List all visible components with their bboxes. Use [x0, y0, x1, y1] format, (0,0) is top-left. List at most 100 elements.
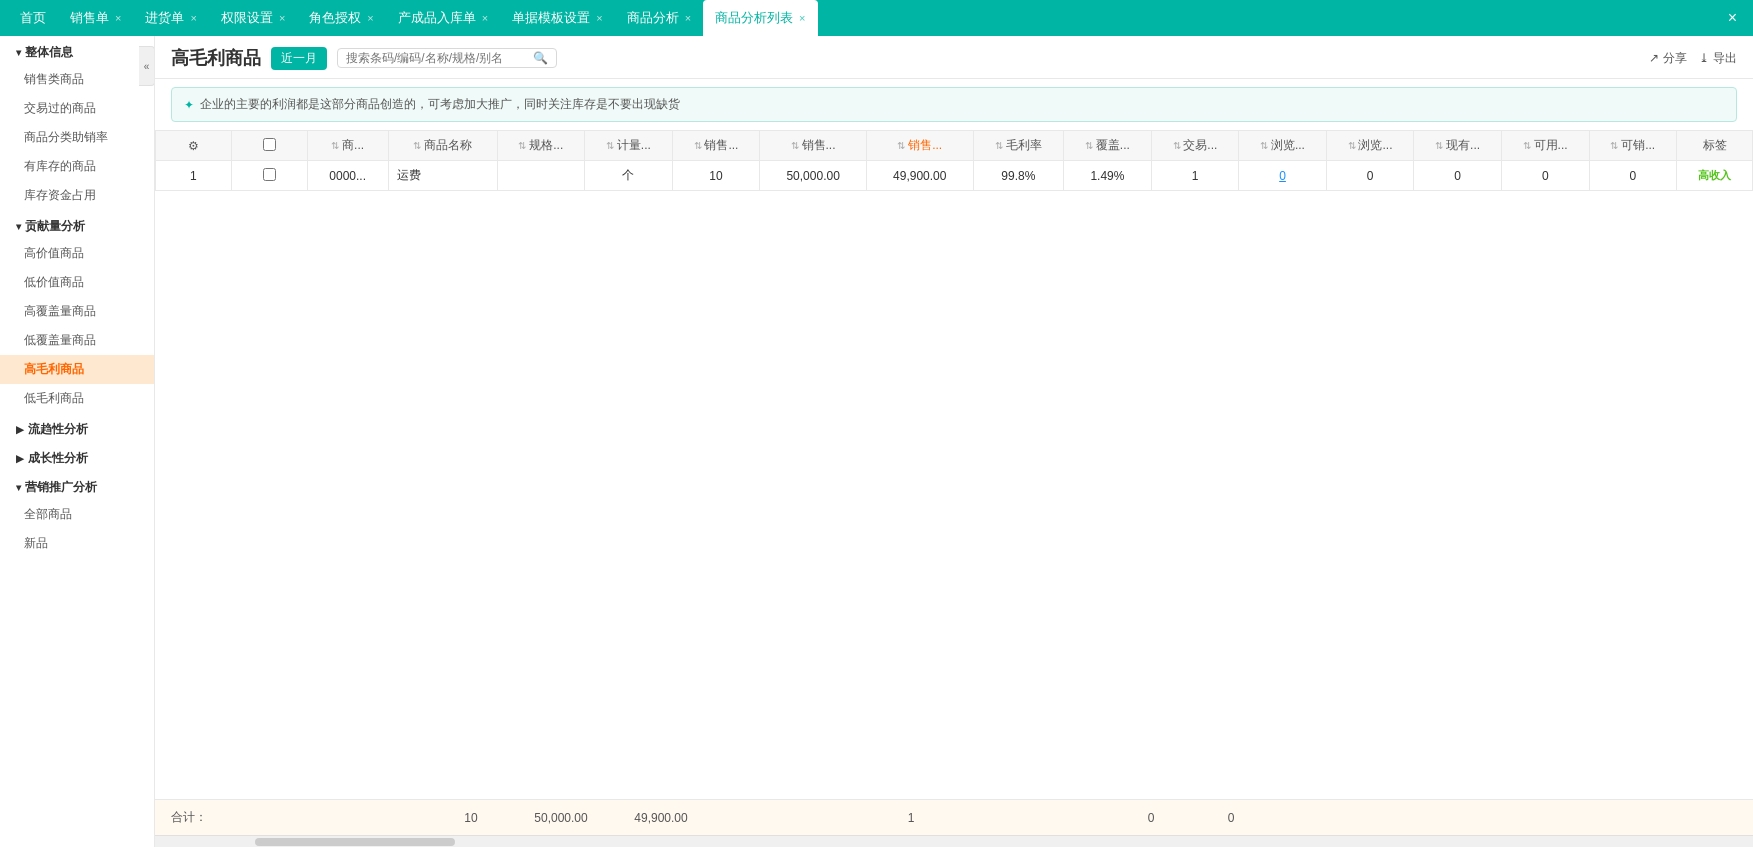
chevron-down-icon: ▾ [16, 47, 21, 58]
sidebar-item-high-margin[interactable]: 高毛利商品 [0, 355, 154, 384]
cell-current-stock: 0 [1414, 161, 1502, 191]
sidebar-group-marketing[interactable]: ▾ 营销推广分析 [0, 471, 154, 500]
nav-finished-goods[interactable]: 产成品入库单 × [386, 0, 500, 36]
nav-product-analysis[interactable]: 商品分析 × [615, 0, 703, 36]
nav-template-settings[interactable]: 单据模板设置 × [500, 0, 614, 36]
cell-code: 0000... [307, 161, 388, 191]
close-icon[interactable]: × [482, 12, 488, 24]
nav-purchase[interactable]: 进货单 × [133, 0, 208, 36]
close-all-button[interactable]: × [1720, 9, 1745, 27]
col-unit[interactable]: 计量... [585, 131, 673, 161]
sidebar-group-contribution[interactable]: ▾ 贡献量分析 [0, 210, 154, 239]
cell-tag: 高收入 [1677, 161, 1753, 191]
col-browse1[interactable]: 浏览... [1239, 131, 1327, 161]
cell-name: 运费 [388, 161, 497, 191]
footer-current-stock: 0 [1111, 811, 1191, 825]
col-sellable[interactable]: 可销... [1589, 131, 1677, 161]
cell-coverage: 1.49% [1064, 161, 1152, 191]
col-gross-margin[interactable]: 毛利率 [973, 131, 1064, 161]
sidebar-item-high-value[interactable]: 高价值商品 [0, 239, 154, 268]
export-icon: ⤓ [1699, 51, 1709, 65]
table-row: 1 0000... 运费 个 10 50,000.00 49,900.00 99… [156, 161, 1753, 191]
col-available-stock[interactable]: 可用... [1501, 131, 1589, 161]
close-icon[interactable]: × [799, 12, 805, 24]
cell-index: 1 [156, 161, 232, 191]
cell-gross-margin: 99.8% [973, 161, 1064, 191]
search-icon[interactable]: 🔍 [533, 51, 548, 65]
col-spec[interactable]: 规格... [497, 131, 585, 161]
col-coverage[interactable]: 覆盖... [1064, 131, 1152, 161]
cell-browse1[interactable]: 0 [1239, 161, 1327, 191]
row-checkbox[interactable] [263, 168, 276, 181]
sidebar-item-category-rate[interactable]: 商品分类助销率 [0, 123, 154, 152]
nav-roles[interactable]: 角色授权 × [297, 0, 385, 36]
page-title: 高毛利商品 [171, 46, 261, 70]
sidebar-collapse-button[interactable]: « [139, 46, 155, 86]
select-all-checkbox[interactable] [263, 138, 276, 151]
chevron-right-icon: ▶ [16, 453, 24, 464]
close-icon[interactable]: × [115, 12, 121, 24]
sidebar-item-stock-capital[interactable]: 库存资金占用 [0, 181, 154, 210]
horizontal-scrollbar[interactable] [155, 835, 1753, 847]
content-area: 高毛利商品 近一月 🔍 ↗ 分享 ⤓ 导出 ✦ 企业的主要的利润都是这部分商品创… [155, 36, 1753, 847]
sidebar-item-low-coverage[interactable]: 低覆盖量商品 [0, 326, 154, 355]
table-header-row: ⚙ 商... 商品名称 规格... 计量... 销售... 销售... 销售..… [156, 131, 1753, 161]
sidebar-group-overview[interactable]: ▾ 整体信息 [0, 36, 154, 65]
sidebar-item-new-goods[interactable]: 新品 [0, 529, 154, 558]
content-header: 高毛利商品 近一月 🔍 ↗ 分享 ⤓ 导出 [155, 36, 1753, 79]
col-code[interactable]: 商... [307, 131, 388, 161]
sidebar-item-sales-goods[interactable]: 销售类商品 [0, 65, 154, 94]
share-icon: ↗ [1649, 51, 1659, 65]
close-icon[interactable]: × [367, 12, 373, 24]
nav-product-analysis-list[interactable]: 商品分析列表 × [703, 0, 817, 36]
cell-trade: 1 [1151, 161, 1239, 191]
sidebar-item-low-margin[interactable]: 低毛利商品 [0, 384, 154, 413]
col-sales-qty[interactable]: 销售... [672, 131, 760, 161]
sidebar-item-high-coverage[interactable]: 高覆盖量商品 [0, 297, 154, 326]
search-input[interactable] [346, 51, 533, 65]
sidebar-group-trend[interactable]: ▶ 流趋性分析 [0, 413, 154, 442]
col-tag: 标签 [1677, 131, 1753, 161]
cell-sales-profit: 49,900.00 [866, 161, 973, 191]
cell-browse2: 0 [1326, 161, 1414, 191]
sidebar-group-growth[interactable]: ▶ 成长性分析 [0, 442, 154, 471]
data-table: ⚙ 商... 商品名称 规格... 计量... 销售... 销售... 销售..… [155, 130, 1753, 191]
footer-totals-bar: 合计： 10 50,000.00 49,900.00 1 0 0 [155, 799, 1753, 835]
cell-sellable: 0 [1589, 161, 1677, 191]
footer-trade: 1 [871, 811, 951, 825]
sidebar-item-traded-goods[interactable]: 交易过的商品 [0, 94, 154, 123]
info-banner: ✦ 企业的主要的利润都是这部分商品创造的，可考虑加大推广，同时关注库存是不要出现… [171, 87, 1737, 122]
close-icon[interactable]: × [190, 12, 196, 24]
export-button[interactable]: ⤓ 导出 [1699, 50, 1737, 67]
nav-home[interactable]: 首页 [8, 0, 58, 36]
col-settings[interactable]: ⚙ [156, 131, 232, 161]
cell-checkbox[interactable] [231, 161, 307, 191]
cell-sales-amount: 50,000.00 [760, 161, 867, 191]
table-container[interactable]: ⚙ 商... 商品名称 规格... 计量... 销售... 销售... 销售..… [155, 130, 1753, 799]
nav-sales[interactable]: 销售单 × [58, 0, 133, 36]
col-trade[interactable]: 交易... [1151, 131, 1239, 161]
cell-sales-qty: 10 [672, 161, 760, 191]
close-icon[interactable]: × [279, 12, 285, 24]
share-button[interactable]: ↗ 分享 [1649, 50, 1687, 67]
footer-sales-amount: 50,000.00 [511, 811, 611, 825]
footer-available-stock: 0 [1191, 811, 1271, 825]
col-current-stock[interactable]: 现有... [1414, 131, 1502, 161]
top-navigation: 首页 销售单 × 进货单 × 权限设置 × 角色授权 × 产成品入库单 × 单据… [0, 0, 1753, 36]
search-box: 🔍 [337, 48, 557, 68]
sidebar-item-all-goods[interactable]: 全部商品 [0, 500, 154, 529]
col-name[interactable]: 商品名称 [388, 131, 497, 161]
close-icon[interactable]: × [596, 12, 602, 24]
chevron-down-icon: ▾ [16, 482, 21, 493]
sidebar-item-low-value[interactable]: 低价值商品 [0, 268, 154, 297]
col-sales-amount[interactable]: 销售... [760, 131, 867, 161]
nav-permissions[interactable]: 权限设置 × [209, 0, 297, 36]
col-browse2[interactable]: 浏览... [1326, 131, 1414, 161]
scrollbar-thumb[interactable] [255, 838, 455, 846]
date-filter-button[interactable]: 近一月 [271, 47, 327, 70]
chevron-right-icon: ▶ [16, 424, 24, 435]
sidebar-item-stock-goods[interactable]: 有库存的商品 [0, 152, 154, 181]
close-icon[interactable]: × [685, 12, 691, 24]
col-checkbox[interactable] [231, 131, 307, 161]
col-sales-profit[interactable]: 销售... [866, 131, 973, 161]
